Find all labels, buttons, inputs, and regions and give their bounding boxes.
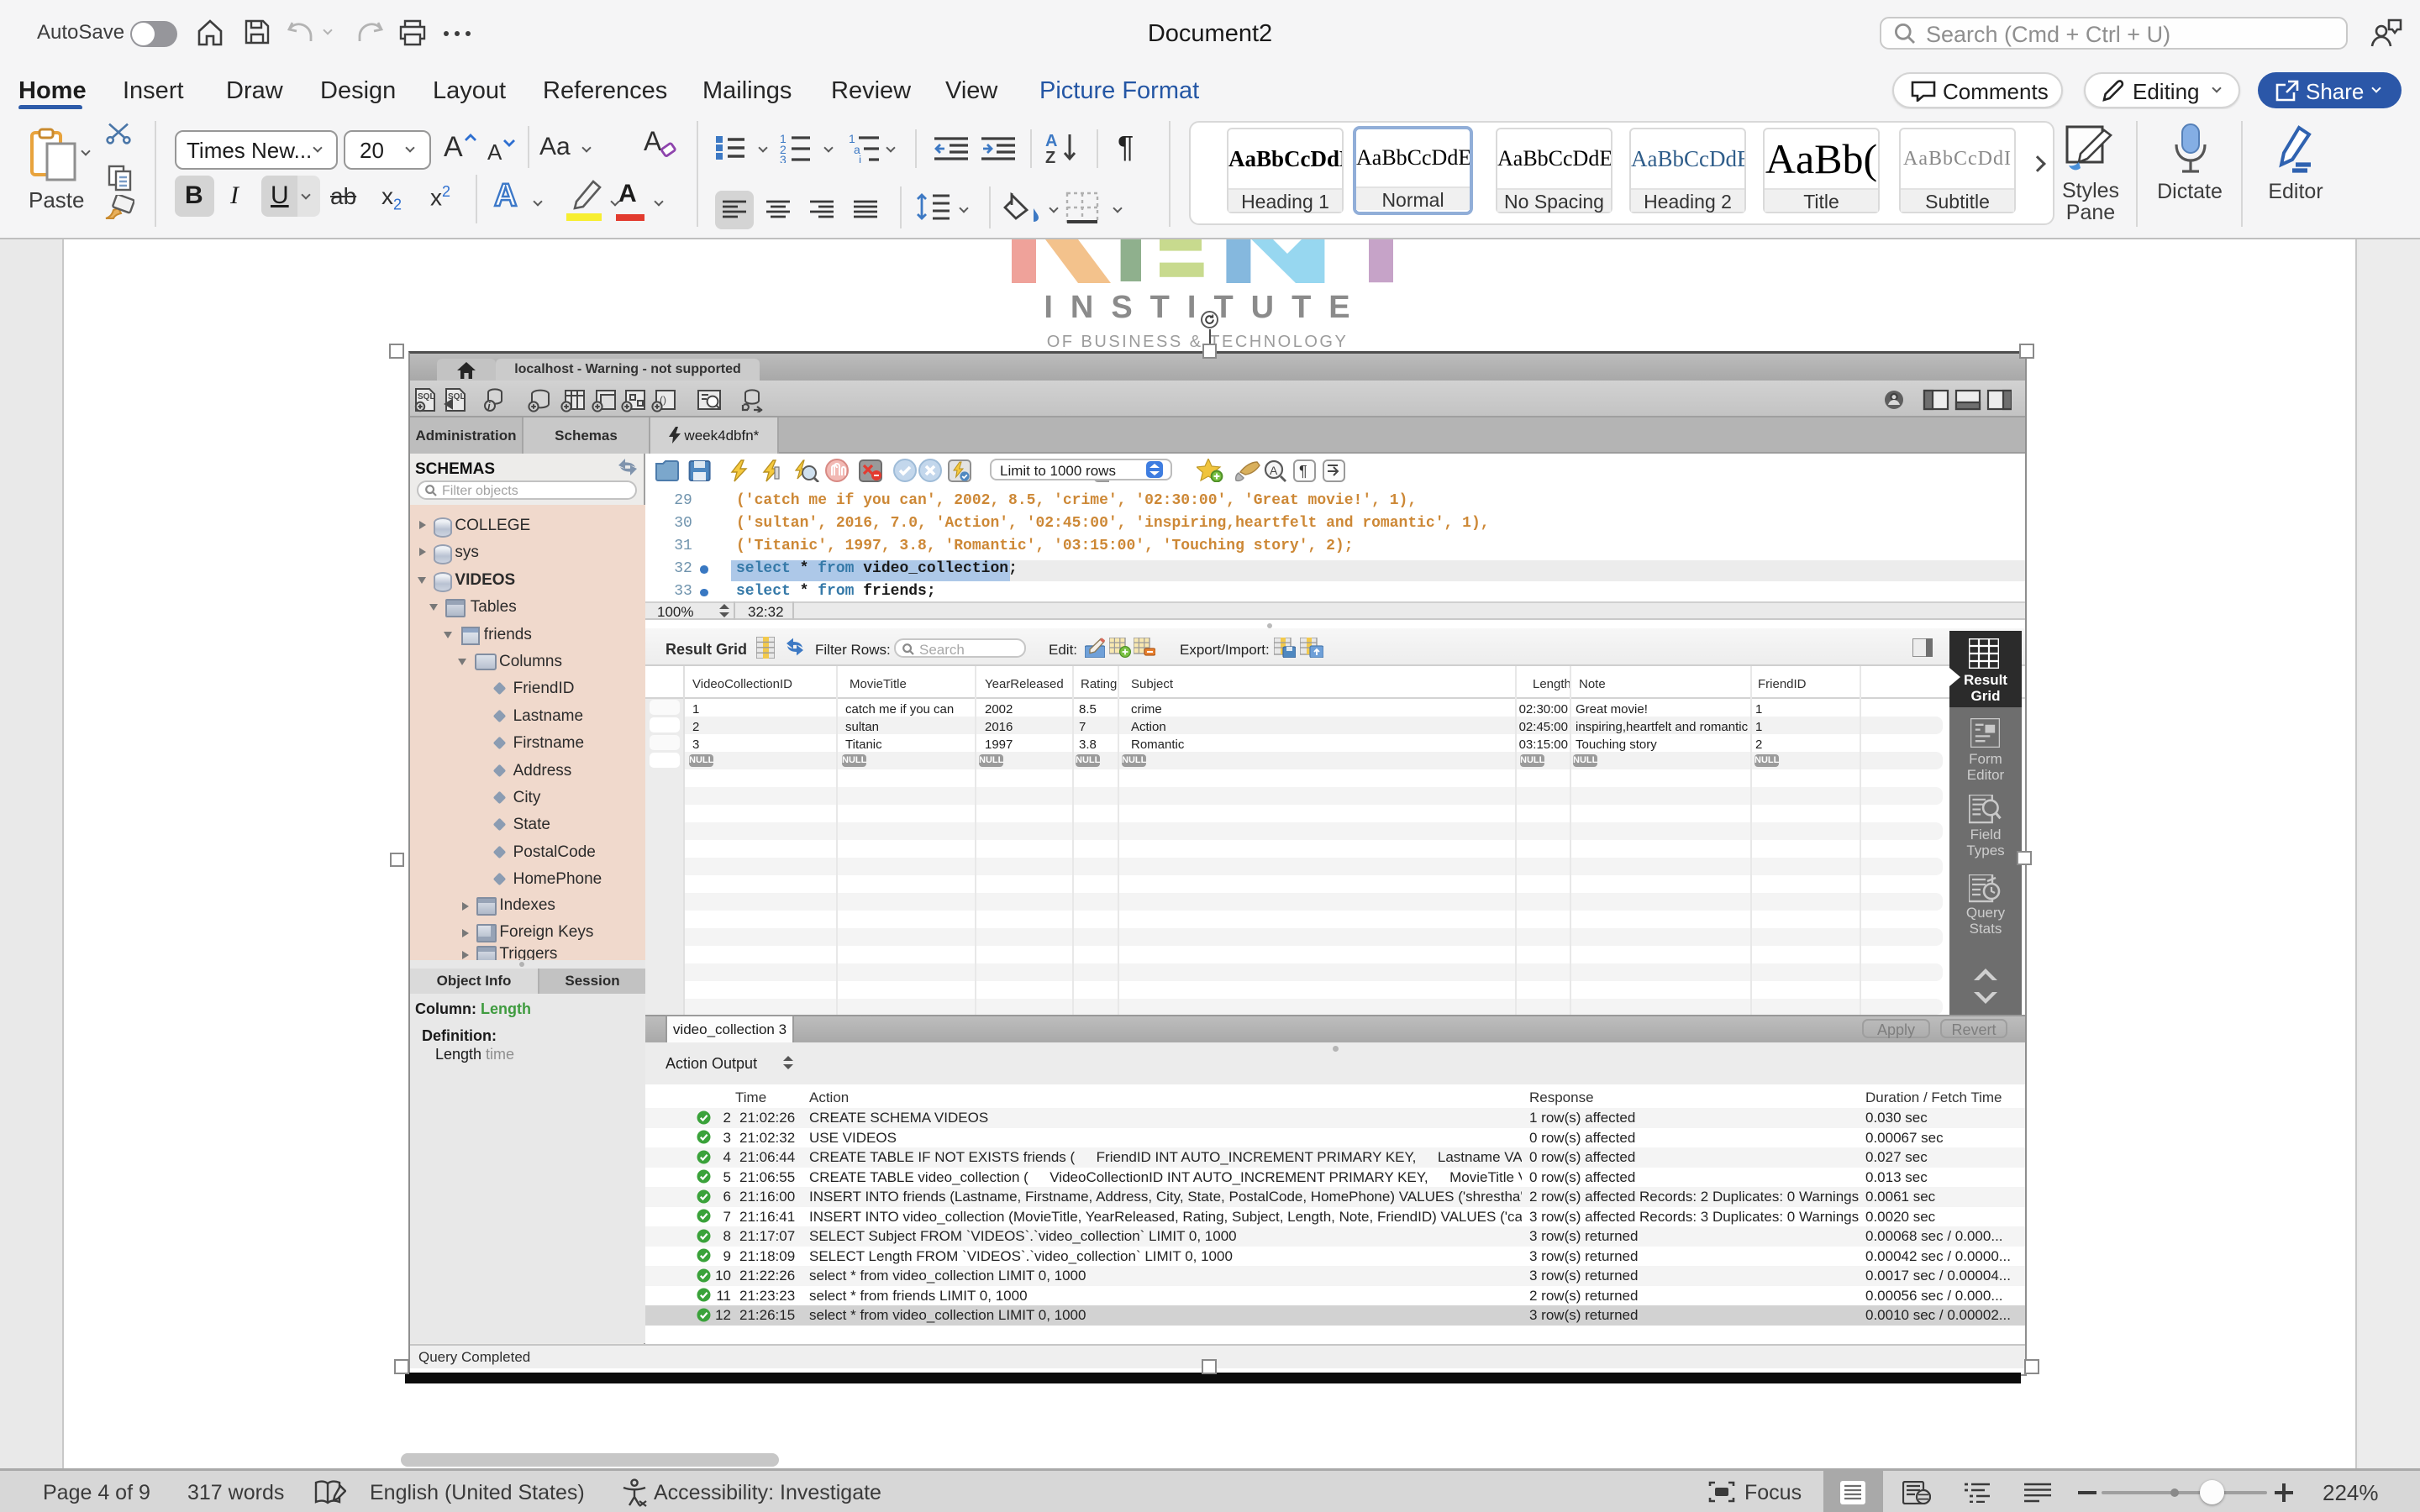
svg-text:Z: Z bbox=[1045, 149, 1055, 165]
svg-text:3: 3 bbox=[780, 153, 786, 163]
svg-text:i: i bbox=[859, 153, 861, 163]
svg-text:SQL: SQL bbox=[418, 392, 435, 402]
svg-text:A: A bbox=[1270, 464, 1278, 477]
svg-text:A: A bbox=[1045, 132, 1057, 150]
svg-text:¶: ¶ bbox=[1299, 463, 1307, 480]
